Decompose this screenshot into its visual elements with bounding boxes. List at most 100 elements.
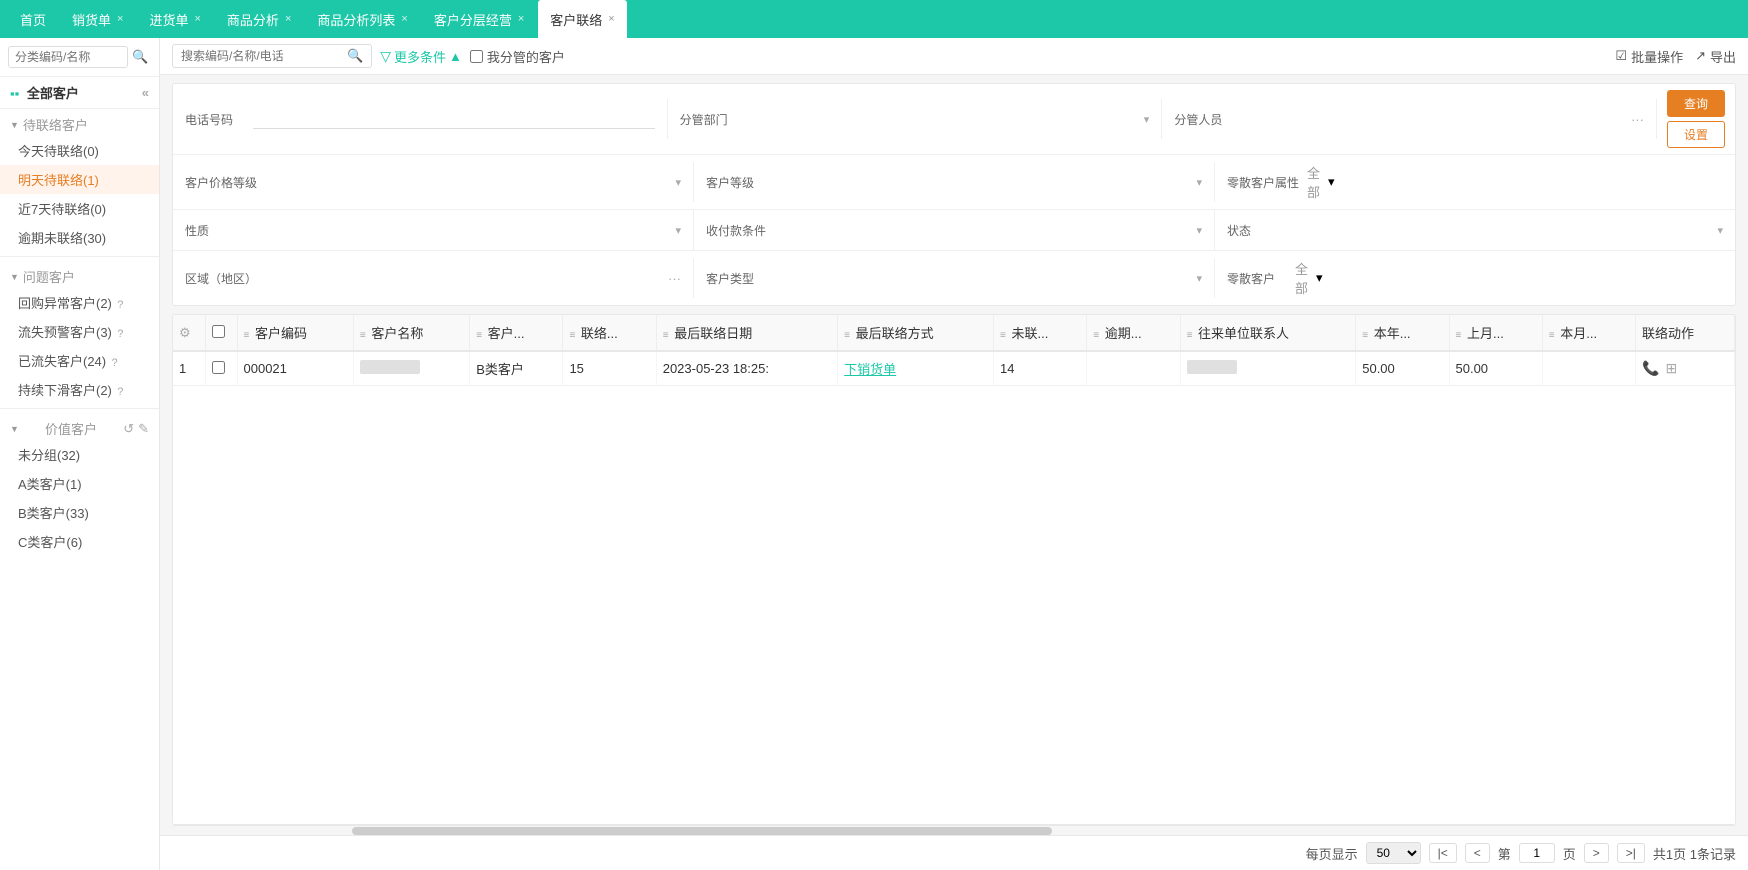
row-checkbox[interactable]	[212, 361, 225, 374]
close-customer-tier-icon[interactable]: ×	[518, 13, 524, 25]
set-button[interactable]: 设置	[1667, 121, 1725, 148]
sidebar-group-problem[interactable]: 问题客户	[0, 261, 159, 288]
col-this-month-header: ≡ 本月...	[1542, 315, 1635, 351]
sidebar-collapse-icon[interactable]: «	[142, 85, 149, 100]
dept-arrow-icon: ▾	[1144, 113, 1150, 126]
nav-home[interactable]: 首页	[8, 0, 58, 38]
close-customer-contact-icon[interactable]: ×	[608, 13, 614, 25]
sidebar-group-pending[interactable]: 待联络客户	[0, 109, 159, 136]
sidebar-search-input[interactable]	[8, 46, 128, 68]
last-page-button[interactable]: >|	[1617, 843, 1645, 863]
next-page-button[interactable]: >	[1584, 843, 1609, 863]
sidebar-item-7days[interactable]: 近7天待联络(0)	[0, 194, 159, 223]
horizontal-scrollbar[interactable]	[172, 825, 1736, 835]
sidebar-item-ungrouped[interactable]: 未分组(32)	[0, 440, 159, 469]
price-level-arrow-icon: ▾	[675, 176, 681, 189]
cell-index: 1	[173, 351, 205, 386]
filter-action-col: 查询 设置	[1657, 84, 1735, 154]
filter-icon: ▽	[380, 48, 391, 65]
region-dots-icon[interactable]: ···	[668, 271, 681, 286]
prev-page-button[interactable]: <	[1465, 843, 1490, 863]
page-input[interactable]	[1519, 843, 1555, 863]
refresh-icon[interactable]: ↺	[123, 421, 134, 437]
last-method-link[interactable]: 下销货单	[844, 362, 896, 377]
sidebar-item-repurchase-abnormal[interactable]: 回购异常客户(2) ?	[0, 288, 159, 317]
toolbar-right-actions: ☑ 批量操作 ↗ 导出	[1615, 47, 1736, 66]
first-page-button[interactable]: |<	[1429, 843, 1457, 863]
select-all-checkbox[interactable]	[212, 325, 225, 338]
toolbar-search-input[interactable]	[181, 49, 341, 63]
scrollbar-thumb[interactable]	[352, 827, 1052, 835]
manager-select[interactable]: ···	[1242, 112, 1644, 127]
sidebar-group-value[interactable]: 价值客户 ↺ ✎	[0, 413, 159, 440]
filter-row-1: 电话号码 分管部门 ▾ 分管人员 ···	[173, 84, 1735, 155]
col-checkbox-header	[205, 315, 237, 351]
phone-input[interactable]	[253, 110, 655, 129]
nav-product-analysis-list[interactable]: 商品分析列表 ×	[305, 0, 419, 38]
customer-type-select[interactable]: ▾	[774, 272, 1202, 285]
sidebar-item-churn-warning[interactable]: 流失预警客户(3) ?	[0, 317, 159, 346]
filter-cell-nature: 性质 ▾	[173, 210, 694, 250]
query-button[interactable]: 查询	[1667, 90, 1725, 117]
filter-cell-customer-type: 客户类型 ▾	[694, 258, 1215, 298]
sidebar-all-customers[interactable]: ▪▪ 全部客户 «	[0, 77, 159, 109]
cell-type: B类客户	[470, 351, 563, 386]
nav-customer-contact[interactable]: 客户联络 ×	[538, 0, 626, 38]
toolbar-search-icon[interactable]: 🔍	[347, 48, 363, 64]
footer: 每页显示 50 100 |< < 第 页 > >| 共1页 1条记录	[160, 835, 1748, 870]
batch-op-button[interactable]: ☑ 批量操作	[1615, 47, 1683, 66]
payment-select[interactable]: ▾	[774, 224, 1202, 237]
sidebar-item-class-c[interactable]: C类客户(6)	[0, 527, 159, 556]
sidebar-item-overdue[interactable]: 逾期未联络(30)	[0, 223, 159, 252]
payment-arrow-icon: ▾	[1196, 224, 1202, 237]
call-icon[interactable]: 📞	[1642, 360, 1659, 377]
retail-customer-select[interactable]: 全部	[1295, 259, 1308, 297]
sidebar-item-declining[interactable]: 持续下滑客户(2) ?	[0, 375, 159, 404]
table-row: 1 000021 B类客户 15 2023-05-23 18:25: 下销货单	[173, 351, 1735, 386]
filter-row-4: 区域（地区） ··· 客户类型 ▾ 零散客户 全部	[173, 251, 1735, 305]
filter-panel: 电话号码 分管部门 ▾ 分管人员 ···	[172, 83, 1736, 306]
sidebar-item-today[interactable]: 今天待联络(0)	[0, 136, 159, 165]
nav-customer-tier[interactable]: 客户分层经营 ×	[422, 0, 536, 38]
nav-sales[interactable]: 销货单 ×	[60, 0, 135, 38]
filter-cell-dept: 分管部门 ▾	[668, 99, 1163, 139]
cell-code: 000021	[237, 351, 353, 386]
customer-level-select[interactable]: ▾	[774, 176, 1202, 189]
nature-arrow-icon: ▾	[675, 224, 681, 237]
sidebar-item-class-a[interactable]: A类客户(1)	[0, 469, 159, 498]
status-select[interactable]: ▾	[1295, 224, 1723, 237]
col-last-method-header: ≡ 最后联络方式	[838, 315, 994, 351]
grid-icon[interactable]: ⊞	[1665, 360, 1677, 377]
region-select[interactable]: ···	[265, 271, 681, 286]
close-sales-icon[interactable]: ×	[117, 13, 123, 25]
table-header-row: ⚙ ≡ 客户编码 ≡ 客户名称	[173, 315, 1735, 351]
sidebar-search-icon[interactable]: 🔍	[132, 49, 148, 65]
nav-product-analysis[interactable]: 商品分析 ×	[215, 0, 303, 38]
close-purchase-icon[interactable]: ×	[194, 13, 200, 25]
export-button[interactable]: ↗ 导出	[1695, 47, 1736, 66]
col-name-header: ≡ 客户名称	[353, 315, 469, 351]
retail-customer-arrow-icon: ▾	[1316, 270, 1323, 286]
nav-purchase[interactable]: 进货单 ×	[137, 0, 212, 38]
cell-contact-person	[1180, 351, 1356, 386]
my-customers-checkbox[interactable]	[470, 50, 483, 63]
action-icons: 📞 ⊞	[1642, 360, 1728, 377]
dept-select[interactable]: ▾	[748, 113, 1150, 126]
close-product-analysis-icon[interactable]: ×	[285, 13, 291, 25]
sidebar-item-tomorrow[interactable]: 明天待联络(1)	[0, 165, 159, 194]
col-last-date-header: ≡ 最后联络日期	[656, 315, 837, 351]
price-level-select[interactable]: ▾	[265, 176, 681, 189]
more-filter-button[interactable]: ▽ 更多条件 ▲	[380, 47, 462, 66]
manager-dots-icon[interactable]: ···	[1631, 112, 1644, 127]
edit-icon[interactable]: ✎	[138, 421, 149, 437]
nature-select[interactable]: ▾	[253, 224, 681, 237]
filter-cell-retail-attr: 零散客户属性 全部 ▾	[1215, 155, 1735, 209]
cell-contact-count: 15	[563, 351, 656, 386]
retail-attr-select[interactable]: 全部	[1307, 163, 1320, 201]
close-product-analysis-list-icon[interactable]: ×	[401, 13, 407, 25]
sidebar-item-class-b[interactable]: B类客户(33)	[0, 498, 159, 527]
col-this-year-header: ≡ 本年...	[1356, 315, 1449, 351]
sidebar-item-churned[interactable]: 已流失客户(24) ?	[0, 346, 159, 375]
per-page-select[interactable]: 50 100	[1366, 842, 1421, 864]
col-settings-icon[interactable]: ⚙	[179, 325, 191, 340]
